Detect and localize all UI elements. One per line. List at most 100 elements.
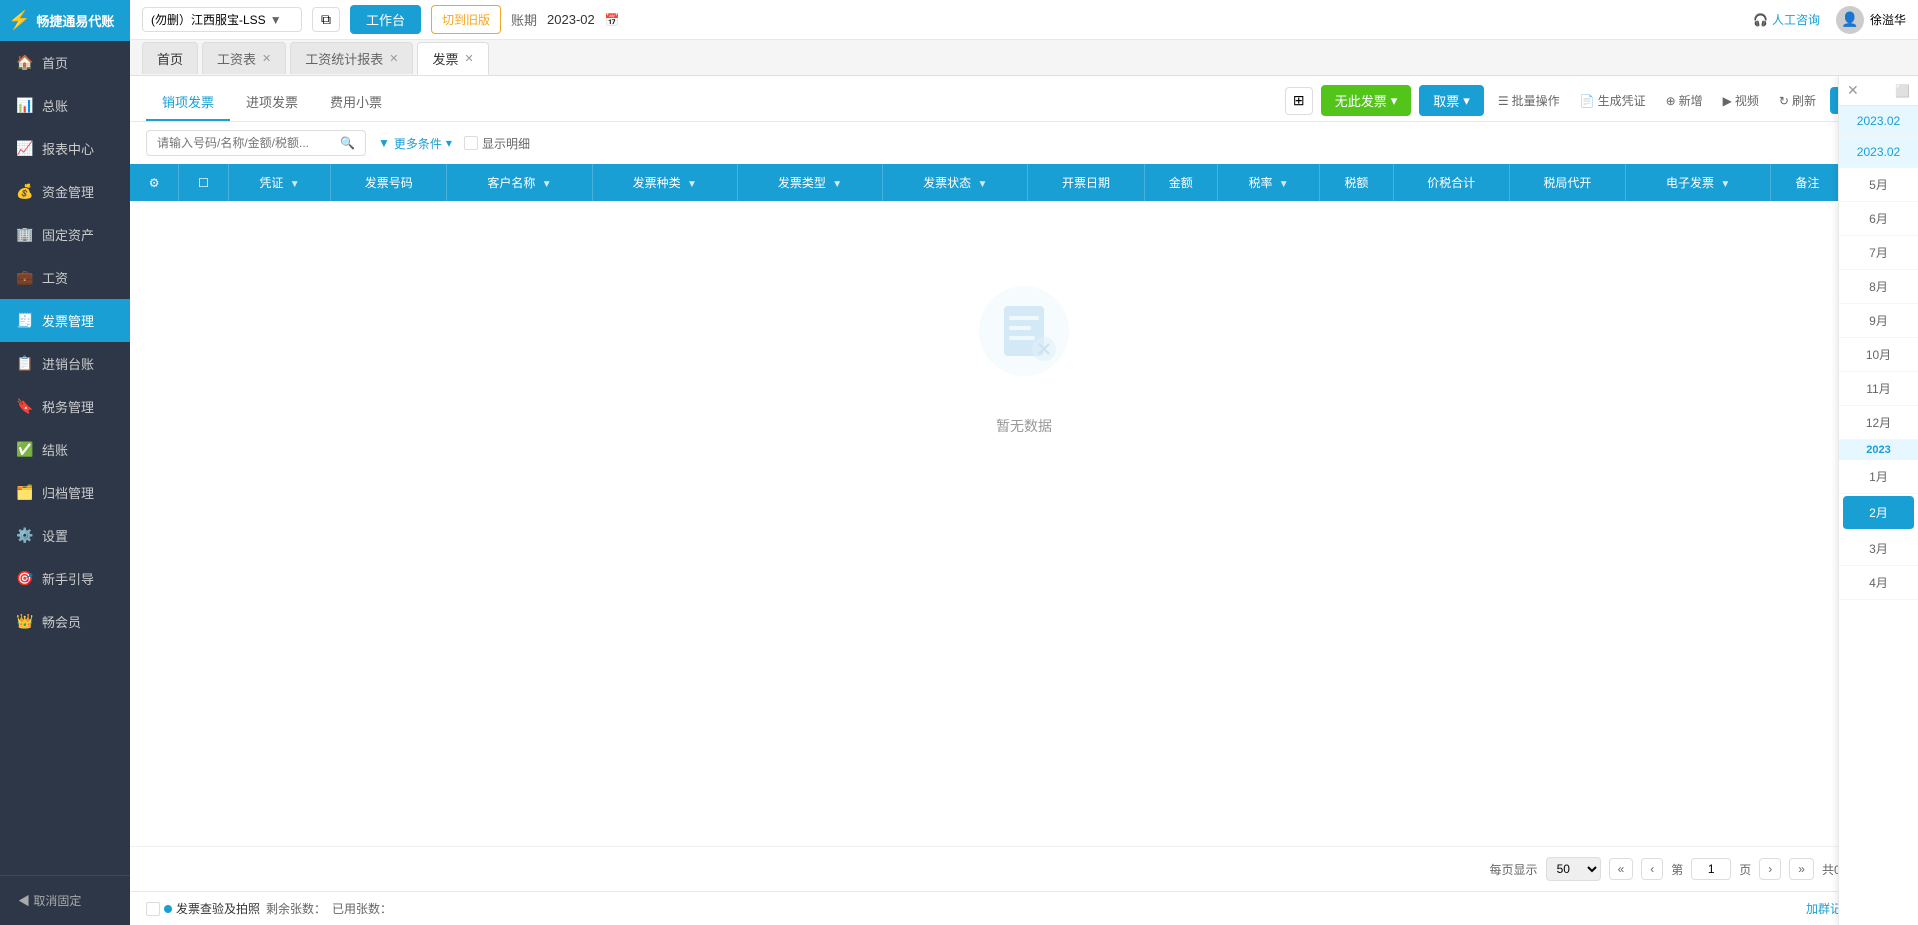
detail-checkbox-icon[interactable] xyxy=(464,136,478,150)
search-field[interactable]: 🔍 xyxy=(146,130,366,156)
no-invoice-button[interactable]: 无此发票 ▾ xyxy=(1321,85,1412,116)
generate-voucher-button[interactable]: 📄 生成凭证 xyxy=(1574,88,1652,113)
get-invoice-button[interactable]: 取票 ▾ xyxy=(1419,85,1484,116)
tab-salary-report-close-icon[interactable]: ✕ xyxy=(389,52,398,65)
sidebar-item-home[interactable]: 🏠 首页 xyxy=(0,41,130,84)
date-item-pinned-2[interactable]: 2023.02 xyxy=(1839,137,1918,168)
year-2023-label: 2023 xyxy=(1839,440,1918,460)
th-status: 发票状态 ▼ xyxy=(883,164,1028,201)
date-item-2022-05[interactable]: 5月 xyxy=(1839,168,1918,202)
tab-invoice-close-icon[interactable]: ✕ xyxy=(465,52,474,65)
date-item-2022-10[interactable]: 10月 xyxy=(1839,338,1918,372)
user-info[interactable]: 👤 徐溢华 xyxy=(1836,6,1906,34)
chevron-down-icon: ▼ xyxy=(270,13,282,27)
content-area: 销项发票 进项发票 费用小票 ⊞ 无此发票 ▾ 取票 ▾ ☰ xyxy=(130,76,1918,925)
workbench-button[interactable]: 工作台 xyxy=(350,5,421,34)
support-link[interactable]: 🎧 人工咨询 xyxy=(1753,11,1820,28)
th-voucher: 凭证 ▼ xyxy=(228,164,330,201)
table-header-row: ⚙ ☐ 凭证 ▼ 发票号码 客户名称 ▼ 发票种类 ▼ 发票类型 ▼ 发票状态 … xyxy=(130,164,1918,201)
show-detail-checkbox[interactable]: 显示明细 xyxy=(464,135,530,152)
th-customer-filter-icon[interactable]: ▼ xyxy=(542,179,552,190)
ledger-icon: 📊 xyxy=(16,97,34,114)
pagination-bar: 每页显示 50 10 20 100 « ‹ 第 页 › » 共0页, 0条记录 xyxy=(130,846,1918,891)
tab-home[interactable]: 首页 xyxy=(142,42,198,74)
subtab-sales-invoice[interactable]: 销项发票 xyxy=(146,84,230,121)
sidebar-item-archive[interactable]: 🗂️ 归档管理 xyxy=(0,471,130,514)
assets-icon: 🏢 xyxy=(16,226,34,243)
date-item-2023-03[interactable]: 3月 xyxy=(1839,532,1918,566)
th-status-filter-icon[interactable]: ▼ xyxy=(977,179,987,190)
member-icon: 👑 xyxy=(16,613,34,630)
date-panel-close-icon[interactable]: ✕ xyxy=(1847,82,1859,99)
video-button[interactable]: ▶ 视频 xyxy=(1717,88,1765,113)
date-item-2022-08[interactable]: 8月 xyxy=(1839,270,1918,304)
sidebar-item-invoice[interactable]: 🧾 发票管理 xyxy=(0,299,130,342)
date-item-pinned-1[interactable]: 2023.02 xyxy=(1839,106,1918,137)
copy-button[interactable]: ⧉ xyxy=(312,7,340,32)
grid-view-icon[interactable]: ⊞ xyxy=(1285,87,1313,115)
company-select[interactable]: (勿删）江西服宝-LSS ▼ xyxy=(142,7,302,32)
funds-icon: 💰 xyxy=(16,183,34,200)
tab-invoice[interactable]: 发票 ✕ xyxy=(417,42,488,75)
th-checkbox[interactable]: ☐ xyxy=(179,164,229,201)
date-item-2023-01[interactable]: 1月 xyxy=(1839,460,1918,494)
sidebar-item-tax[interactable]: 🔖 税务管理 xyxy=(0,385,130,428)
th-tax-office: 税局代开 xyxy=(1509,164,1625,201)
invoice-check-checkbox[interactable] xyxy=(146,902,160,916)
sidebar-item-reports[interactable]: 📈 报表中心 xyxy=(0,127,130,170)
sidebar-bottom: ◀ 取消固定 xyxy=(0,875,130,925)
refresh-button[interactable]: ↻ 刷新 xyxy=(1773,88,1822,113)
date-item-2022-12[interactable]: 12月 xyxy=(1839,406,1918,440)
more-filter-button[interactable]: ▼ 更多条件 ▾ xyxy=(378,135,452,152)
batch-op-button[interactable]: ☰ 批量操作 xyxy=(1492,88,1566,113)
calendar-icon[interactable]: 📅 xyxy=(605,13,620,27)
last-page-button[interactable]: » xyxy=(1789,858,1814,880)
user-name: 徐溢华 xyxy=(1870,11,1906,28)
tab-salary-close-icon[interactable]: ✕ xyxy=(262,52,271,65)
th-voucher-filter-icon[interactable]: ▼ xyxy=(290,179,300,190)
th-settings[interactable]: ⚙ xyxy=(130,164,179,201)
th-amount: 金额 xyxy=(1144,164,1217,201)
date-panel-expand-icon[interactable]: ⬜ xyxy=(1895,84,1910,98)
sidebar-item-sales[interactable]: 📋 进销台账 xyxy=(0,342,130,385)
prev-page-button[interactable]: ‹ xyxy=(1641,858,1663,880)
used-label: 已用张数： xyxy=(332,900,392,917)
date-item-2023-04[interactable]: 4月 xyxy=(1839,566,1918,600)
date-item-2023-02[interactable]: 2月 xyxy=(1843,496,1914,530)
first-page-button[interactable]: « xyxy=(1609,858,1634,880)
subtab-purchase-invoice[interactable]: 进项发票 xyxy=(230,84,314,121)
new-button[interactable]: ⊕ 新增 xyxy=(1660,88,1709,113)
subtab-expense-receipt[interactable]: 费用小票 xyxy=(314,84,398,121)
sidebar-item-funds[interactable]: 💰 资金管理 xyxy=(0,170,130,213)
next-page-button[interactable]: › xyxy=(1759,858,1781,880)
search-input[interactable] xyxy=(157,136,334,150)
page-input[interactable] xyxy=(1691,858,1731,880)
empty-text: 暂无数据 xyxy=(996,416,1052,436)
tab-salary-report[interactable]: 工资统计报表 ✕ xyxy=(290,42,413,74)
sidebar-item-member[interactable]: 👑 畅会员 xyxy=(0,600,130,643)
th-electronic-filter-icon[interactable]: ▼ xyxy=(1720,179,1730,190)
date-item-2022-07[interactable]: 7月 xyxy=(1839,236,1918,270)
switch-version-button[interactable]: 切到旧版 xyxy=(431,5,501,34)
sidebar-item-ledger[interactable]: 📊 总账 xyxy=(0,84,130,127)
sidebar-item-close[interactable]: ✅ 结账 xyxy=(0,428,130,471)
tab-salary[interactable]: 工资表 ✕ xyxy=(202,42,286,74)
date-item-2022-06[interactable]: 6月 xyxy=(1839,202,1918,236)
sidebar: ⚡ 畅捷通易代账 🏠 首页 📊 总账 📈 报表中心 💰 资金管理 🏢 固定资产 … xyxy=(0,0,130,925)
get-invoice-dropdown-icon: ▾ xyxy=(1463,93,1470,109)
per-page-select[interactable]: 50 10 20 100 xyxy=(1546,857,1601,881)
search-icon[interactable]: 🔍 xyxy=(340,136,355,150)
sidebar-item-salary[interactable]: 💼 工资 xyxy=(0,256,130,299)
unpin-btn[interactable]: ◀ 取消固定 xyxy=(10,886,120,915)
date-item-2022-09[interactable]: 9月 xyxy=(1839,304,1918,338)
sidebar-item-settings[interactable]: ⚙️ 设置 xyxy=(0,514,130,557)
th-invoice-type-filter-icon[interactable]: ▼ xyxy=(687,179,697,190)
sidebar-item-assets[interactable]: 🏢 固定资产 xyxy=(0,213,130,256)
th-invoice-category-filter-icon[interactable]: ▼ xyxy=(832,179,842,190)
empty-svg-icon xyxy=(974,281,1074,381)
sidebar-logo[interactable]: ⚡ 畅捷通易代账 xyxy=(0,0,130,41)
date-item-2022-11[interactable]: 11月 xyxy=(1839,372,1918,406)
invoice-check-label: 发票查验及拍照 xyxy=(146,900,260,917)
sidebar-item-guide[interactable]: 🎯 新手引导 xyxy=(0,557,130,600)
th-tax-rate-filter-icon[interactable]: ▼ xyxy=(1279,179,1289,190)
